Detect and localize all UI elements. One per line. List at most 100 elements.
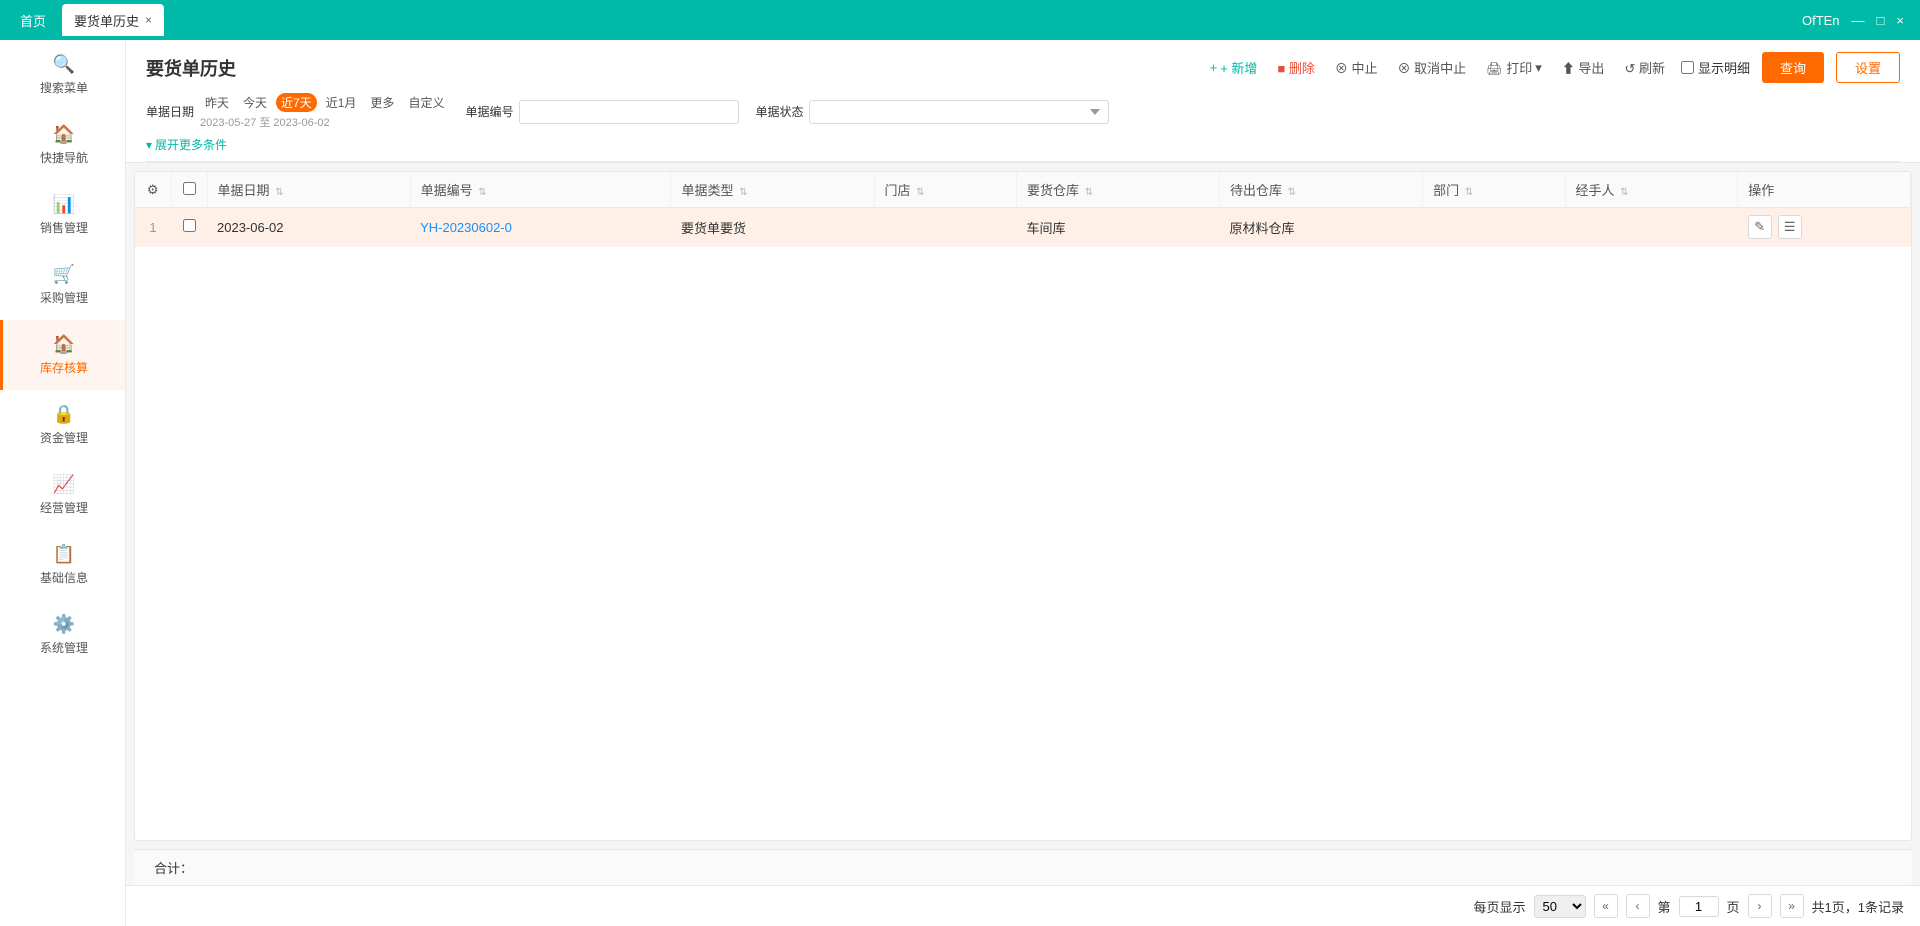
new-button[interactable]: + + 新增 <box>1206 56 1262 79</box>
shortcut-1month[interactable]: 近1月 <box>321 93 362 112</box>
refresh-button[interactable]: ↺ 刷新 <box>1620 56 1669 79</box>
order-no-link[interactable]: YH-20230602-0 <box>420 220 512 235</box>
tab-requisition-label: 要货单历史 <box>74 11 139 30</box>
sidebar-item-quick-nav[interactable]: 🏠 快捷导航 <box>0 110 125 180</box>
print-dropdown-icon[interactable]: ▾ <box>1535 60 1542 76</box>
th-ops: 操作 <box>1738 172 1911 208</box>
tab-home[interactable]: 首页 <box>8 4 58 36</box>
sidebar-item-search-menu-label: 搜索菜单 <box>40 79 88 96</box>
th-date-label: 单据日期 <box>218 183 270 198</box>
maximize-icon[interactable]: □ <box>1877 13 1885 28</box>
sort-order-no-icon[interactable]: ⇅ <box>478 187 486 198</box>
close-icon[interactable]: × <box>1896 13 1904 28</box>
row-edit-button[interactable]: ✎ <box>1748 215 1772 239</box>
sidebar-item-ops-mgmt-label: 经营管理 <box>40 499 88 516</box>
shortcut-today[interactable]: 今天 <box>238 93 272 112</box>
status-select[interactable] <box>809 100 1109 124</box>
tab-requisition-history[interactable]: 要货单历史 × <box>62 4 164 36</box>
sidebar-item-ops-mgmt[interactable]: 📈 经营管理 <box>0 460 125 530</box>
order-no-filter-group: 单据编号 <box>465 100 739 124</box>
page-number-input[interactable] <box>1679 896 1719 917</box>
date-shortcuts: 昨天 今天 近7天 近1月 更多 自定义 <box>200 93 449 112</box>
row-dept-cell <box>1423 208 1565 247</box>
settings-icon[interactable]: ⚙ <box>147 182 159 197</box>
select-all-checkbox[interactable] <box>183 182 196 195</box>
prev-page-button[interactable]: ‹ <box>1626 894 1650 918</box>
row-ops-group: ✎ ☰ <box>1748 215 1901 239</box>
display-detail-checkbox[interactable] <box>1681 61 1694 74</box>
row-no-cell: 1 <box>135 208 171 247</box>
th-order-no-label: 单据编号 <box>421 183 473 198</box>
shortcut-custom[interactable]: 自定义 <box>403 93 449 112</box>
th-handler: 经手人 ⇅ <box>1565 172 1738 208</box>
purchase-mgmt-icon: 🛒 <box>53 264 75 285</box>
th-checkbox <box>171 172 207 208</box>
next-page-button[interactable]: › <box>1748 894 1772 918</box>
th-pending-warehouse-label: 待出仓库 <box>1230 183 1282 198</box>
row-store-cell <box>874 208 1016 247</box>
close-tab-icon[interactable]: × <box>145 13 152 27</box>
settings-button[interactable]: 设置 <box>1836 52 1900 83</box>
sidebar-item-purchase-mgmt[interactable]: 🛒 采购管理 <box>0 250 125 320</box>
cancel-stop-label: ⊗ 取消中止 <box>1398 58 1467 77</box>
export-button[interactable]: ⬆ 导出 <box>1558 56 1609 79</box>
shortcut-yesterday[interactable]: 昨天 <box>200 93 234 112</box>
th-order-no: 单据编号 ⇅ <box>410 172 671 208</box>
shortcut-7days[interactable]: 近7天 <box>276 93 317 112</box>
sidebar-item-sales-mgmt[interactable]: 📊 销售管理 <box>0 180 125 250</box>
delete-button[interactable]: ■ 删除 <box>1273 56 1318 79</box>
row-checkbox-cell <box>171 208 207 247</box>
stop-button[interactable]: ⊗ 中止 <box>1331 56 1382 79</box>
shortcut-more[interactable]: 更多 <box>365 93 399 112</box>
sidebar-item-basic-info[interactable]: 📋 基础信息 <box>0 530 125 600</box>
content-area: 要货单历史 + + 新增 ■ 删除 ⊗ 中止 ⊗ 取消中止 <box>126 40 1920 926</box>
sort-handler-icon[interactable]: ⇅ <box>1620 187 1628 198</box>
row-detail-button[interactable]: ☰ <box>1778 215 1802 239</box>
row-checkbox[interactable] <box>183 219 196 232</box>
sort-store-icon[interactable]: ⇅ <box>916 187 924 198</box>
finance-mgmt-icon: 🔒 <box>53 404 75 425</box>
row-req-warehouse-cell: 车间库 <box>1016 208 1219 247</box>
sidebar-item-search-menu[interactable]: 🔍 搜索菜单 <box>0 40 125 110</box>
query-button[interactable]: 查询 <box>1762 52 1824 83</box>
page-size-select[interactable]: 10 20 50 100 <box>1534 895 1586 918</box>
sort-req-warehouse-icon[interactable]: ⇅ <box>1085 187 1093 198</box>
sort-date-icon[interactable]: ⇅ <box>275 187 283 198</box>
page-title: 要货单历史 <box>146 55 236 81</box>
th-settings: ⚙ <box>135 172 171 208</box>
status-filter-group: 单据状态 <box>755 100 1109 124</box>
page-label-after: 页 <box>1727 897 1740 916</box>
first-page-button[interactable]: « <box>1594 894 1618 918</box>
sort-order-type-icon[interactable]: ⇅ <box>739 187 747 198</box>
sidebar-item-inventory[interactable]: 🏠 库存核算 <box>0 320 125 390</box>
summary-label: 合计： <box>154 861 193 876</box>
order-no-input[interactable] <box>519 100 739 124</box>
th-date: 单据日期 ⇅ <box>207 172 410 208</box>
sort-dept-icon[interactable]: ⇅ <box>1465 187 1473 198</box>
new-label: + 新增 <box>1220 58 1257 77</box>
date-range-display: 2023-05-27 至 2023-06-02 <box>200 114 449 130</box>
toolbar: + + 新增 ■ 删除 ⊗ 中止 ⊗ 取消中止 🖨 打印 ▾ <box>1206 52 1900 83</box>
sort-pending-warehouse-icon[interactable]: ⇅ <box>1288 187 1296 198</box>
sidebar-item-quick-nav-label: 快捷导航 <box>40 149 88 166</box>
th-store: 门店 ⇅ <box>874 172 1016 208</box>
sidebar-item-sys-mgmt[interactable]: ⚙️ 系统管理 <box>0 600 125 670</box>
expand-more-btn[interactable]: ▾ 展开更多条件 <box>146 136 1900 153</box>
last-page-button[interactable]: » <box>1780 894 1804 918</box>
search-menu-icon: 🔍 <box>53 54 75 75</box>
delete-label: ■ 删除 <box>1277 58 1314 77</box>
cancel-stop-button[interactable]: ⊗ 取消中止 <box>1394 56 1471 79</box>
th-order-type-label: 单据类型 <box>681 183 733 198</box>
display-detail-checkbox-group[interactable]: 显示明细 <box>1681 58 1750 77</box>
inventory-icon: 🏠 <box>53 334 75 355</box>
new-icon: + <box>1210 60 1218 75</box>
th-pending-warehouse: 待出仓库 ⇅ <box>1220 172 1423 208</box>
tab-home-label: 首页 <box>20 11 46 30</box>
status-label: 单据状态 <box>755 103 803 120</box>
date-filter-label: 单据日期 <box>146 103 194 120</box>
page-title-row: 要货单历史 + + 新增 ■ 删除 ⊗ 中止 ⊗ 取消中止 <box>146 52 1900 83</box>
print-button[interactable]: 🖨 打印 ▾ <box>1482 56 1546 79</box>
sidebar-item-finance-mgmt[interactable]: 🔒 资金管理 <box>0 390 125 460</box>
main-layout: 🔍 搜索菜单 🏠 快捷导航 📊 销售管理 🛒 采购管理 🏠 库存核算 🔒 资金管… <box>0 40 1920 926</box>
minimize-icon[interactable]: — <box>1852 13 1865 28</box>
